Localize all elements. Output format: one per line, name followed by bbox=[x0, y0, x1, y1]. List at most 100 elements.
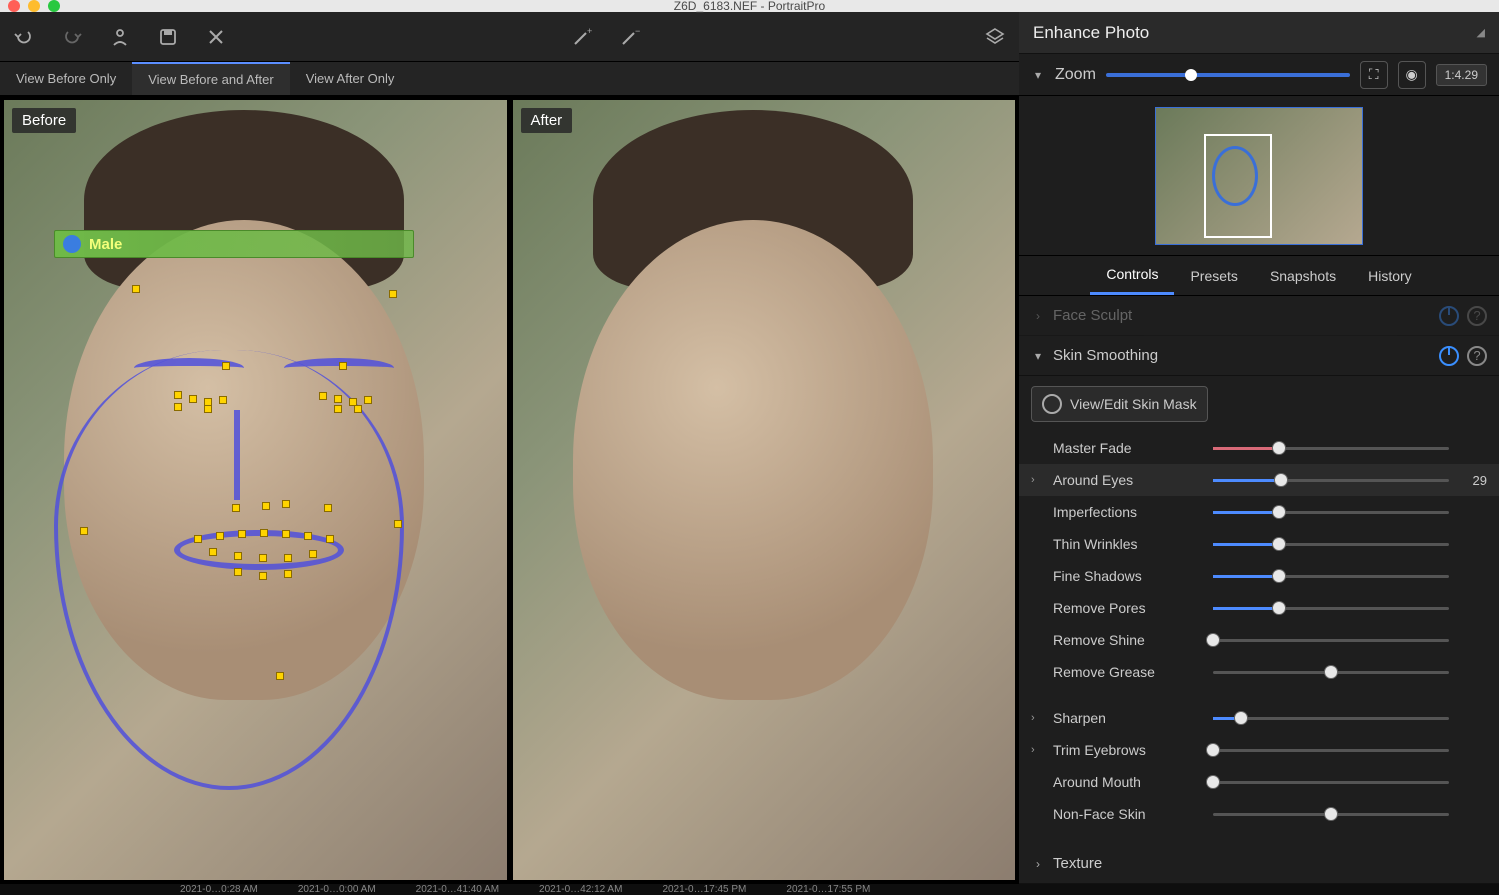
slider-remove-shine[interactable]: Remove Shine bbox=[1019, 624, 1499, 656]
redo-button[interactable] bbox=[60, 25, 84, 49]
help-icon[interactable]: ? bbox=[1467, 346, 1487, 366]
slider-trim-eyebrows[interactable]: › Trim Eyebrows bbox=[1019, 734, 1499, 766]
landmark-point[interactable] bbox=[238, 530, 246, 538]
svg-text:+: + bbox=[587, 27, 592, 36]
zoom-readout[interactable]: 1:4.29 bbox=[1436, 64, 1487, 86]
landmark-point[interactable] bbox=[334, 405, 342, 413]
close-icon[interactable] bbox=[204, 25, 228, 49]
landmark-point[interactable] bbox=[222, 362, 230, 370]
slider-fine-shadows[interactable]: Fine Shadows bbox=[1019, 560, 1499, 592]
brush-remove-icon[interactable]: − bbox=[618, 25, 642, 49]
landmark-point[interactable] bbox=[260, 529, 268, 537]
landmark-point[interactable] bbox=[354, 405, 362, 413]
power-icon[interactable] bbox=[1439, 346, 1459, 366]
slider-track[interactable] bbox=[1213, 813, 1449, 816]
landmark-point[interactable] bbox=[282, 530, 290, 538]
slider-label: Non-Face Skin bbox=[1053, 806, 1203, 822]
slider-track[interactable] bbox=[1213, 479, 1449, 482]
after-image-pane[interactable]: After bbox=[513, 100, 1016, 880]
landmark-point[interactable] bbox=[259, 572, 267, 580]
slider-non-face-skin[interactable]: Non-Face Skin bbox=[1019, 798, 1499, 830]
landmark-point[interactable] bbox=[339, 362, 347, 370]
slider-track[interactable] bbox=[1213, 607, 1449, 610]
tab-history[interactable]: History bbox=[1352, 256, 1428, 295]
power-icon[interactable] bbox=[1439, 306, 1459, 326]
landmark-point[interactable] bbox=[319, 392, 327, 400]
slider-sharpen[interactable]: › Sharpen bbox=[1019, 702, 1499, 734]
tab-view-before-only[interactable]: View Before Only bbox=[0, 62, 132, 95]
tab-controls[interactable]: Controls bbox=[1090, 256, 1174, 295]
slider-track[interactable] bbox=[1213, 781, 1449, 784]
section-texture[interactable]: › Texture bbox=[1019, 844, 1499, 884]
controls-scroll[interactable]: › Face Sculpt ? ▾ Skin Smoothing ? View/… bbox=[1019, 296, 1499, 884]
landmark-point[interactable] bbox=[132, 285, 140, 293]
landmark-point[interactable] bbox=[189, 395, 197, 403]
slider-thin-wrinkles[interactable]: Thin Wrinkles bbox=[1019, 528, 1499, 560]
tab-view-after-only[interactable]: View After Only bbox=[290, 62, 411, 95]
navigator bbox=[1019, 96, 1499, 256]
landmark-point[interactable] bbox=[284, 570, 292, 578]
panel-menu-icon[interactable]: ◢ bbox=[1477, 26, 1485, 39]
tab-view-before-after[interactable]: View Before and After bbox=[132, 62, 290, 95]
slider-track[interactable] bbox=[1213, 671, 1449, 674]
person-icon[interactable] bbox=[108, 25, 132, 49]
gender-badge[interactable]: Male bbox=[54, 230, 414, 258]
landmark-point[interactable] bbox=[234, 568, 242, 576]
chevron-down-icon[interactable]: ▾ bbox=[1031, 68, 1045, 82]
tab-presets[interactable]: Presets bbox=[1174, 256, 1253, 295]
brush-add-icon[interactable]: + bbox=[570, 25, 594, 49]
slider-track[interactable] bbox=[1213, 717, 1449, 720]
landmark-point[interactable] bbox=[276, 672, 284, 680]
landmark-point[interactable] bbox=[364, 396, 372, 404]
landmark-point[interactable] bbox=[80, 527, 88, 535]
landmark-point[interactable] bbox=[262, 502, 270, 510]
tab-snapshots[interactable]: Snapshots bbox=[1254, 256, 1352, 295]
minimize-window-button[interactable] bbox=[28, 0, 40, 12]
landmark-point[interactable] bbox=[219, 396, 227, 404]
landmark-point[interactable] bbox=[309, 550, 317, 558]
landmark-point[interactable] bbox=[234, 552, 242, 560]
landmark-point[interactable] bbox=[174, 391, 182, 399]
landmark-point[interactable] bbox=[394, 520, 402, 528]
navigator-thumb[interactable] bbox=[1155, 107, 1363, 245]
landmark-point[interactable] bbox=[216, 532, 224, 540]
landmark-point[interactable] bbox=[194, 535, 202, 543]
fit-face-icon[interactable]: ◉ bbox=[1398, 61, 1426, 89]
maximize-window-button[interactable] bbox=[48, 0, 60, 12]
landmark-point[interactable] bbox=[284, 554, 292, 562]
zoom-slider[interactable] bbox=[1106, 73, 1350, 77]
fit-viewport-icon[interactable]: ⛶ bbox=[1360, 61, 1388, 89]
slider-around-mouth[interactable]: Around Mouth bbox=[1019, 766, 1499, 798]
slider-track[interactable] bbox=[1213, 575, 1449, 578]
save-button[interactable] bbox=[156, 25, 180, 49]
slider-track[interactable] bbox=[1213, 543, 1449, 546]
close-window-button[interactable] bbox=[8, 0, 20, 12]
slider-remove-pores[interactable]: Remove Pores bbox=[1019, 592, 1499, 624]
before-image-pane[interactable]: Before Male bbox=[4, 100, 507, 880]
undo-button[interactable] bbox=[12, 25, 36, 49]
landmark-point[interactable] bbox=[232, 504, 240, 512]
layers-icon[interactable] bbox=[983, 25, 1007, 49]
landmark-point[interactable] bbox=[259, 554, 267, 562]
section-skin-smoothing[interactable]: ▾ Skin Smoothing ? bbox=[1019, 336, 1499, 376]
landmark-point[interactable] bbox=[209, 548, 217, 556]
section-face-sculpt[interactable]: › Face Sculpt ? bbox=[1019, 296, 1499, 336]
landmark-point[interactable] bbox=[389, 290, 397, 298]
slider-track[interactable] bbox=[1213, 749, 1449, 752]
view-edit-skin-mask-button[interactable]: View/Edit Skin Mask bbox=[1031, 386, 1208, 422]
slider-master-fade[interactable]: Master Fade bbox=[1019, 432, 1499, 464]
slider-around-eyes[interactable]: › Around Eyes 29 bbox=[1019, 464, 1499, 496]
help-icon[interactable]: ? bbox=[1467, 306, 1487, 326]
landmark-point[interactable] bbox=[204, 405, 212, 413]
slider-imperfections[interactable]: Imperfections bbox=[1019, 496, 1499, 528]
landmark-point[interactable] bbox=[174, 403, 182, 411]
landmark-point[interactable] bbox=[304, 532, 312, 540]
slider-track[interactable] bbox=[1213, 639, 1449, 642]
slider-track[interactable] bbox=[1213, 511, 1449, 514]
landmark-point[interactable] bbox=[282, 500, 290, 508]
landmark-point[interactable] bbox=[334, 395, 342, 403]
landmark-point[interactable] bbox=[324, 504, 332, 512]
landmark-point[interactable] bbox=[326, 535, 334, 543]
slider-track[interactable] bbox=[1213, 447, 1449, 450]
slider-remove-grease[interactable]: Remove Grease bbox=[1019, 656, 1499, 688]
